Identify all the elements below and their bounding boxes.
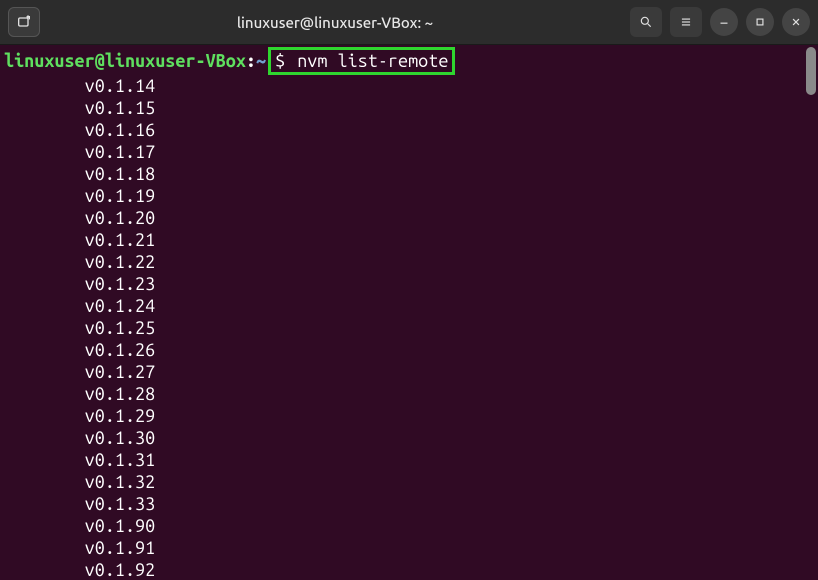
terminal-content: linuxuser@linuxuser-VBox:~ $ nvm list-re… [0,45,818,580]
minimize-button[interactable] [710,8,738,36]
output-line: v0.1.91 [4,537,814,559]
output-line: v0.1.26 [4,339,814,361]
prompt-colon: : [246,50,256,72]
output-line: v0.1.16 [4,119,814,141]
titlebar: linuxuser@linuxuser-VBox: ~ [0,0,818,45]
output-line: v0.1.28 [4,383,814,405]
hamburger-icon [679,15,693,29]
command-highlight-box: $ nvm list-remote [268,47,455,75]
window-title: linuxuser@linuxuser-VBox: ~ [40,14,630,31]
new-tab-icon [16,14,32,30]
new-tab-button[interactable] [8,7,40,37]
output-line: v0.1.23 [4,273,814,295]
prompt-path: ~ [256,50,266,72]
terminal-body[interactable]: linuxuser@linuxuser-VBox:~ $ nvm list-re… [0,45,818,580]
search-button[interactable] [630,7,662,37]
output-line: v0.1.92 [4,559,814,580]
terminal-window: linuxuser@linuxuser-VBox: ~ [0,0,818,580]
titlebar-right [630,7,810,37]
scrollbar-thumb[interactable] [806,47,816,95]
output-line: v0.1.18 [4,163,814,185]
prompt-line: linuxuser@linuxuser-VBox:~ $ nvm list-re… [4,47,814,75]
output-line: v0.1.17 [4,141,814,163]
search-icon [639,15,653,29]
output-line: v0.1.29 [4,405,814,427]
output-line: v0.1.14 [4,75,814,97]
output-line: v0.1.19 [4,185,814,207]
maximize-icon [753,15,767,29]
output-line: v0.1.15 [4,97,814,119]
close-button[interactable] [782,8,810,36]
close-icon [789,15,803,29]
output-line: v0.1.24 [4,295,814,317]
output-container: v0.1.14 v0.1.15 v0.1.16 v0.1.17 v0.1.18 … [4,75,814,580]
output-line: v0.1.21 [4,229,814,251]
command-text: nvm list-remote [297,50,448,72]
minimize-icon [717,15,731,29]
prompt-user: linuxuser@linuxuser-VBox [4,50,246,72]
output-line: v0.1.25 [4,317,814,339]
output-line: v0.1.31 [4,449,814,471]
titlebar-left [8,7,40,37]
output-line: v0.1.33 [4,493,814,515]
output-line: v0.1.20 [4,207,814,229]
prompt-dollar: $ [275,50,285,72]
output-line: v0.1.22 [4,251,814,273]
output-line: v0.1.30 [4,427,814,449]
menu-button[interactable] [670,7,702,37]
output-line: v0.1.32 [4,471,814,493]
maximize-button[interactable] [746,8,774,36]
output-line: v0.1.90 [4,515,814,537]
output-line: v0.1.27 [4,361,814,383]
